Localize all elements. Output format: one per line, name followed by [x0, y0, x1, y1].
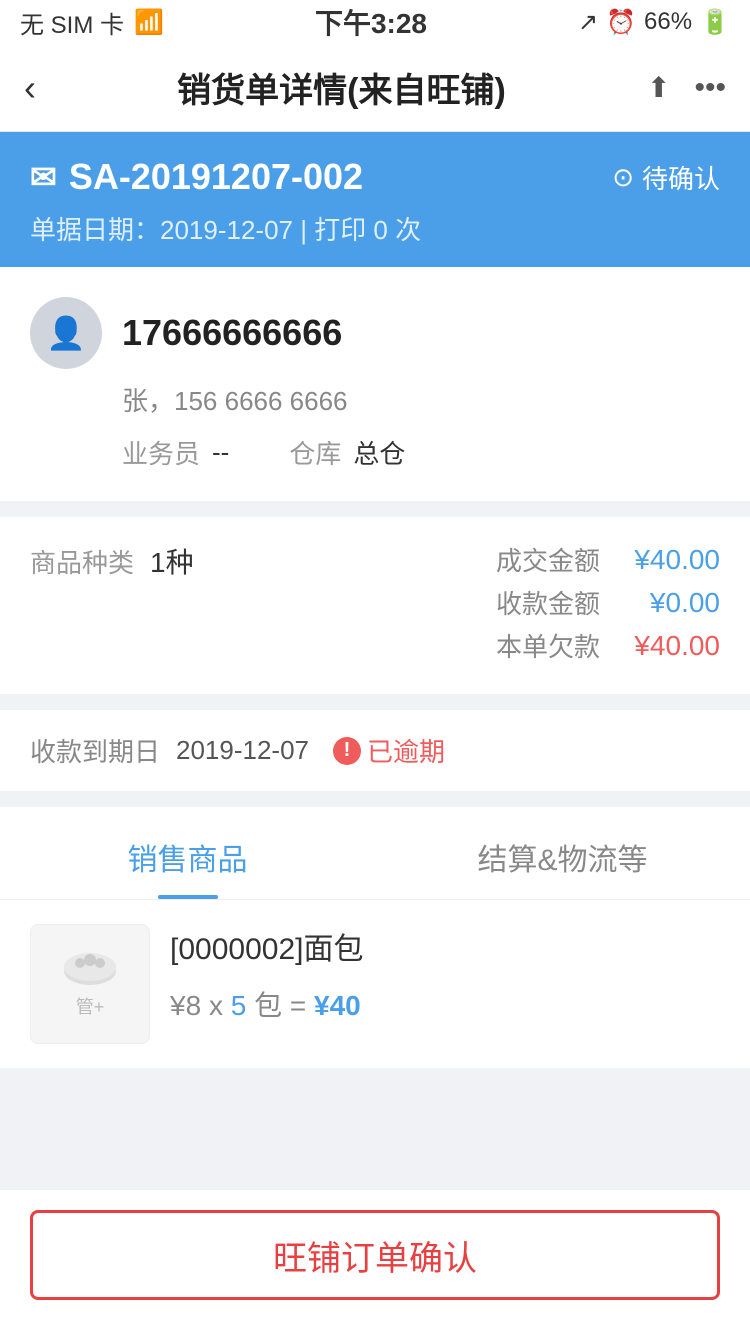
nav-bar: ‹ 销货单详情(来自旺铺) ⬆ ••• [0, 44, 750, 132]
confirm-order-button[interactable]: 旺铺订单确认 [30, 1210, 720, 1300]
warehouse-value: 总仓 [353, 434, 405, 471]
product-calc: ¥8 x 5 包 = ¥40 [170, 984, 720, 1024]
bottom-bar: 旺铺订单确认 [0, 1189, 750, 1334]
product-unit: 包 [254, 990, 282, 1021]
order-header-banner: ✉ SA-20191207-002 ⊙ 待确认 单据日期：2019-12-07 … [0, 132, 750, 267]
deal-amount-label: 成交金额 [496, 541, 600, 578]
owed-amount-value: ¥40.00 [620, 630, 720, 662]
alarm-icon: ⏰ [606, 8, 636, 37]
owed-amount-label: 本单欠款 [496, 627, 600, 664]
confirm-button-label: 旺铺订单确认 [273, 1231, 477, 1280]
owed-amount-row: 本单欠款 ¥40.00 [496, 627, 720, 664]
order-id-text: SA-20191207-002 [69, 156, 363, 198]
tab-settlement-label: 结算&物流等 [477, 844, 647, 877]
product-times: x [209, 990, 231, 1021]
customer-section: 👤 17666666666 张，156 6666 6666 业务员 -- 仓库 … [0, 267, 750, 501]
product-type-value: 1种 [150, 541, 194, 581]
product-name: [0000002]面包 [170, 924, 720, 968]
product-price: ¥8 [170, 990, 201, 1021]
product-type-field: 商品种类 1种 [30, 541, 194, 581]
deal-amount-value: ¥40.00 [620, 544, 720, 576]
tabs-bar: 销售商品 结算&物流等 [0, 807, 750, 900]
status-left: 无 SIM 卡 📶 [20, 5, 164, 40]
order-status: ⊙ 待确认 [612, 159, 720, 196]
overdue-badge: ! 已逾期 [333, 732, 445, 769]
order-icon: ✉ [30, 158, 57, 196]
customer-phone: 17666666666 [122, 312, 342, 354]
overdue-warning-icon: ! [333, 737, 361, 765]
battery-icon: 🔋 [700, 8, 730, 37]
deal-amount-row: 成交金额 ¥40.00 [496, 541, 720, 578]
back-button[interactable]: ‹ [24, 67, 36, 109]
status-time: 下午3:28 [315, 2, 427, 42]
more-button[interactable]: ••• [694, 71, 726, 105]
tab-settlement[interactable]: 结算&物流等 [375, 807, 750, 899]
warehouse-label: 仓库 [289, 434, 341, 471]
warehouse-field: 仓库 总仓 [289, 434, 405, 471]
carrier-text: 无 SIM 卡 [20, 5, 124, 40]
overdue-text: 已逾期 [367, 732, 445, 769]
amounts-block: 成交金额 ¥40.00 收款金额 ¥0.00 本单欠款 ¥40.00 [496, 541, 720, 670]
brand-watermark: 管+ [76, 993, 105, 1019]
order-date: 单据日期：2019-12-07 | 打印 0 次 [30, 210, 720, 247]
location-icon: ↗ [578, 8, 598, 37]
wifi-icon: 📶 [134, 8, 164, 37]
salesperson-field: 业务员 -- [122, 434, 229, 471]
received-amount-row: 收款金额 ¥0.00 [496, 584, 720, 621]
order-status-text: 待确认 [642, 159, 720, 196]
due-date-value: 2019-12-07 [176, 735, 309, 766]
salesperson-label: 业务员 [122, 434, 200, 471]
avatar: 👤 [30, 297, 102, 369]
due-date-section: 收款到期日 2019-12-07 ! 已逾期 [0, 710, 750, 791]
status-bar: 无 SIM 卡 📶 下午3:28 ↗ ⏰ 66% 🔋 [0, 0, 750, 44]
product-thumb-icon [60, 949, 120, 989]
product-equals: = [290, 990, 314, 1021]
battery-text: 66% [644, 8, 692, 36]
product-info: [0000002]面包 ¥8 x 5 包 = ¥40 [170, 924, 720, 1024]
nav-actions: ⬆ ••• [647, 71, 726, 105]
share-button[interactable]: ⬆ [647, 71, 670, 104]
product-item: 管+ [0000002]面包 ¥8 x 5 包 = ¥40 [0, 900, 750, 1068]
page-title: 销货单详情(来自旺铺) [177, 63, 506, 112]
order-id: ✉ SA-20191207-002 [30, 156, 363, 198]
order-info-section: 商品种类 1种 成交金额 ¥40.00 收款金额 ¥0.00 本单欠款 ¥40.… [0, 517, 750, 694]
received-amount-value: ¥0.00 [620, 587, 720, 619]
order-info-row: 商品种类 1种 成交金额 ¥40.00 收款金额 ¥0.00 本单欠款 ¥40.… [30, 541, 720, 670]
product-thumbnail: 管+ [30, 924, 150, 1044]
product-total: ¥40 [314, 990, 361, 1021]
tab-products-label: 销售商品 [128, 844, 248, 877]
customer-meta: 业务员 -- 仓库 总仓 [122, 434, 720, 471]
tab-products[interactable]: 销售商品 [0, 807, 375, 899]
salesperson-value: -- [212, 437, 229, 468]
avatar-icon: 👤 [46, 314, 86, 352]
product-type-label: 商品种类 [30, 543, 134, 580]
received-amount-label: 收款金额 [496, 584, 600, 621]
product-qty: 5 [231, 990, 247, 1021]
status-right: ↗ ⏰ 66% 🔋 [578, 8, 730, 37]
due-date-label: 收款到期日 [30, 732, 160, 769]
status-clock-icon: ⊙ [612, 162, 634, 193]
customer-name: 张，156 6666 6666 [122, 381, 720, 418]
